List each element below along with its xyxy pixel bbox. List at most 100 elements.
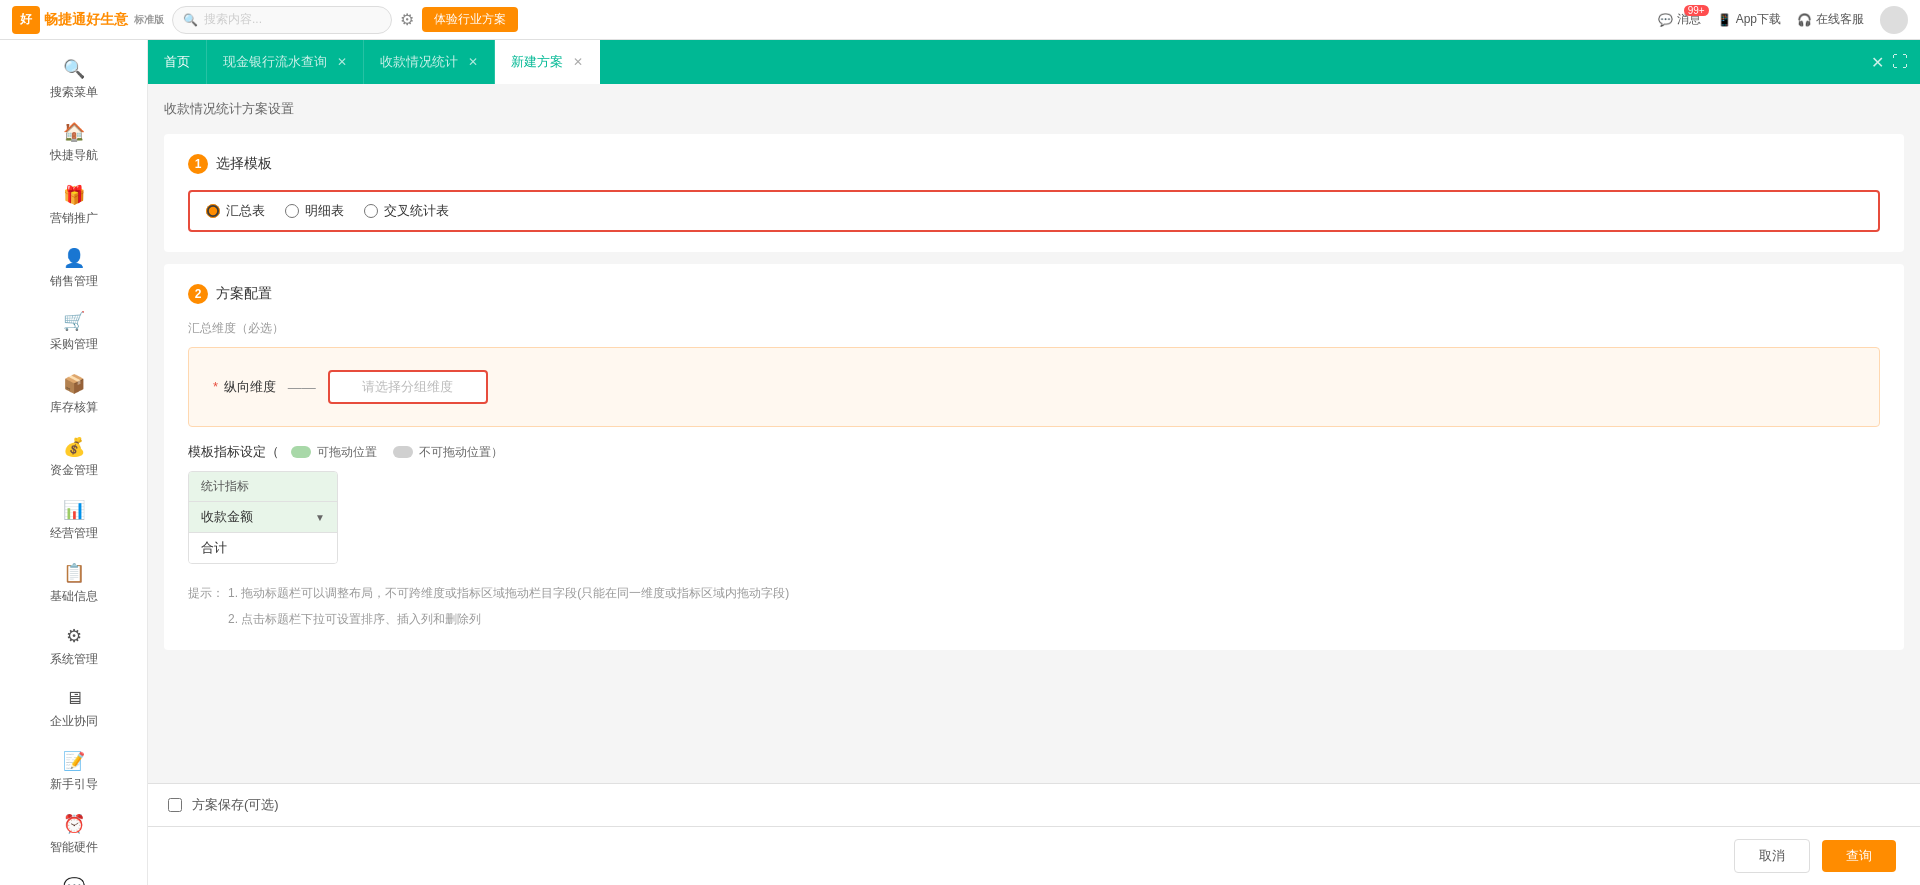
section2-num: 2: [188, 284, 208, 304]
sidebar-item-label: 系统管理: [50, 651, 98, 668]
sidebar-item-guide[interactable]: 📝 新手引导: [0, 740, 147, 803]
notification-item[interactable]: 💬 消息 99+: [1658, 11, 1701, 28]
metrics-section: 模板指标设定（ 可拖动位置 不可拖动位置）: [188, 443, 1880, 567]
radio-detail-label: 明细表: [305, 202, 344, 220]
template-card: 1 选择模板 汇总表 明细表: [164, 134, 1904, 252]
sidebar-item-label: 新手引导: [50, 776, 98, 793]
sidebar-item-search[interactable]: 🔍 搜索菜单: [0, 48, 147, 111]
radio-detail-input[interactable]: [285, 204, 299, 218]
draggable-dot: [291, 446, 311, 458]
sidebar-item-label: 营销推广: [50, 210, 98, 227]
dimension-placeholder: 请选择分组维度: [362, 378, 453, 396]
sidebar-item-system[interactable]: ⚙ 系统管理: [0, 615, 147, 678]
sidebar-item-inventory[interactable]: 📦 库存核算: [0, 363, 147, 426]
dimension-selector[interactable]: 请选择分组维度: [328, 370, 488, 404]
dimension-area: * 纵向维度 —— 请选择分组维度: [188, 347, 1880, 427]
sidebar-item-sales[interactable]: 👤 销售管理: [0, 237, 147, 300]
metrics-title-text: 模板指标设定（: [188, 443, 279, 461]
screen-icon: 🖥: [65, 688, 83, 709]
sidebar-item-purchase[interactable]: 🛒 采购管理: [0, 300, 147, 363]
logo-icon: 好: [12, 6, 40, 34]
section1-header: 1 选择模板: [188, 154, 1880, 174]
radio-group: 汇总表 明细表 交叉统计表: [206, 202, 449, 220]
radio-summary-input[interactable]: [206, 204, 220, 218]
sidebar-item-hardware[interactable]: ⏰ 智能硬件: [0, 803, 147, 866]
sidebar-item-label: 库存核算: [50, 399, 98, 416]
tab-new-plan-label: 新建方案: [511, 53, 563, 71]
radio-summary[interactable]: 汇总表: [206, 202, 265, 220]
vertical-label-text: 纵向维度: [224, 379, 276, 394]
metrics-table-section-label: 统计指标: [189, 472, 337, 502]
trial-button[interactable]: 体验行业方案: [422, 7, 518, 32]
metrics-col-chevron[interactable]: ▼: [315, 512, 325, 523]
sidebar-item-collab[interactable]: 🖥 企业协同: [0, 678, 147, 740]
save-checkbox[interactable]: [168, 798, 182, 812]
metrics-table: 统计指标 收款金额 ▼ 合计: [188, 471, 338, 564]
app-name: 畅捷通好生意: [44, 11, 128, 29]
tab-bar: 首页 现金银行流水查询 ✕ 收款情况统计 ✕ 新建方案 ✕ ✕ ⛶: [148, 40, 1920, 84]
dimension-title-text: 汇总维度（必选）: [188, 321, 284, 335]
search-placeholder: 搜索内容...: [204, 11, 262, 28]
page-content: 收款情况统计方案设置 1 选择模板 汇总表: [148, 84, 1920, 783]
support-label: 在线客服: [1816, 11, 1864, 28]
radio-cross-input[interactable]: [364, 204, 378, 218]
app-logo: 好 畅捷通好生意 标准版: [12, 6, 164, 34]
sidebar-item-label: 基础信息: [50, 588, 98, 605]
tab-cash-flow-close[interactable]: ✕: [337, 55, 347, 69]
user-avatar[interactable]: [1880, 6, 1908, 34]
online-support-item[interactable]: 🎧 在线客服: [1797, 11, 1864, 28]
tab-receipt-stats[interactable]: 收款情况统计 ✕: [364, 40, 495, 84]
sidebar-item-wechat[interactable]: 💬 企业微信: [0, 866, 147, 885]
non-draggable-label: 不可拖动位置）: [419, 444, 503, 461]
tab-cash-flow[interactable]: 现金银行流水查询 ✕: [207, 40, 364, 84]
query-button[interactable]: 查询: [1822, 840, 1896, 872]
required-mark: *: [213, 379, 218, 394]
page-wrapper: 收款情况统计方案设置 1 选择模板 汇总表: [148, 84, 1920, 826]
tab-new-plan[interactable]: 新建方案 ✕: [495, 40, 600, 84]
tab-new-plan-close[interactable]: ✕: [573, 55, 583, 69]
tab-cash-flow-label: 现金银行流水查询: [223, 53, 327, 71]
app-download-item[interactable]: 📱 App下载: [1717, 11, 1781, 28]
metrics-row-total: 合计: [189, 533, 337, 563]
close-window-icon[interactable]: ✕: [1871, 53, 1884, 72]
sidebar-item-marketing[interactable]: 🎁 营销推广: [0, 174, 147, 237]
wechat-icon: 💬: [63, 876, 85, 885]
radio-cross[interactable]: 交叉统计表: [364, 202, 449, 220]
metrics-col-header[interactable]: 收款金额 ▼: [189, 502, 337, 533]
metrics-col-label: 收款金额: [201, 508, 253, 526]
settings-icon[interactable]: ⚙: [400, 10, 414, 29]
search-menu-icon: 🔍: [63, 58, 85, 80]
sidebar-item-nav[interactable]: 🏠 快捷导航: [0, 111, 147, 174]
main-layout: 🔍 搜索菜单 🏠 快捷导航 🎁 营销推广 👤 销售管理 🛒 采购管理 📦 库存核…: [0, 40, 1920, 885]
non-draggable-legend-item: 不可拖动位置）: [393, 444, 503, 461]
cart-icon: 🛒: [63, 310, 85, 332]
gift-icon: 🎁: [63, 184, 85, 206]
radio-cross-label: 交叉统计表: [384, 202, 449, 220]
page-title: 收款情况统计方案设置: [164, 100, 1904, 118]
sidebar-item-label: 销售管理: [50, 273, 98, 290]
radio-detail[interactable]: 明细表: [285, 202, 344, 220]
sidebar-item-label: 搜索菜单: [50, 84, 98, 101]
sidebar-item-finance[interactable]: 💰 资金管理: [0, 426, 147, 489]
dimension-subsection-title: 汇总维度（必选）: [188, 320, 1880, 337]
non-draggable-dot: [393, 446, 413, 458]
top-search-bar[interactable]: 🔍 搜索内容...: [172, 6, 392, 34]
draggable-label: 可拖动位置: [317, 444, 377, 461]
hint-content-2: 2. 点击标题栏下拉可设置排序、插入列和删除列: [228, 609, 481, 631]
content-area: 首页 现金银行流水查询 ✕ 收款情况统计 ✕ 新建方案 ✕ ✕ ⛶: [148, 40, 1920, 885]
hint-item-1: 提示： 1. 拖动标题栏可以调整布局，不可跨维度或指标区域拖动栏目字段(只能在同…: [188, 583, 1880, 605]
cancel-button[interactable]: 取消: [1734, 839, 1810, 873]
sidebar-item-label: 智能硬件: [50, 839, 98, 856]
tab-home-label: 首页: [164, 53, 190, 71]
vertical-dimension-label: * 纵向维度: [213, 378, 276, 396]
support-icon: 🎧: [1797, 13, 1812, 27]
sidebar-item-basic[interactable]: 📋 基础信息: [0, 552, 147, 615]
tab-home[interactable]: 首页: [148, 40, 207, 84]
sidebar-item-management[interactable]: 📊 经营管理: [0, 489, 147, 552]
clock-icon: ⏰: [63, 813, 85, 835]
dimension-arrow: ——: [288, 379, 316, 395]
tab-receipt-stats-close[interactable]: ✕: [468, 55, 478, 69]
hint-content-1: 1. 拖动标题栏可以调整布局，不可跨维度或指标区域拖动栏目字段(只能在同一维度或…: [228, 583, 789, 605]
maximize-icon[interactable]: ⛶: [1892, 53, 1908, 71]
download-label: App下载: [1736, 11, 1781, 28]
